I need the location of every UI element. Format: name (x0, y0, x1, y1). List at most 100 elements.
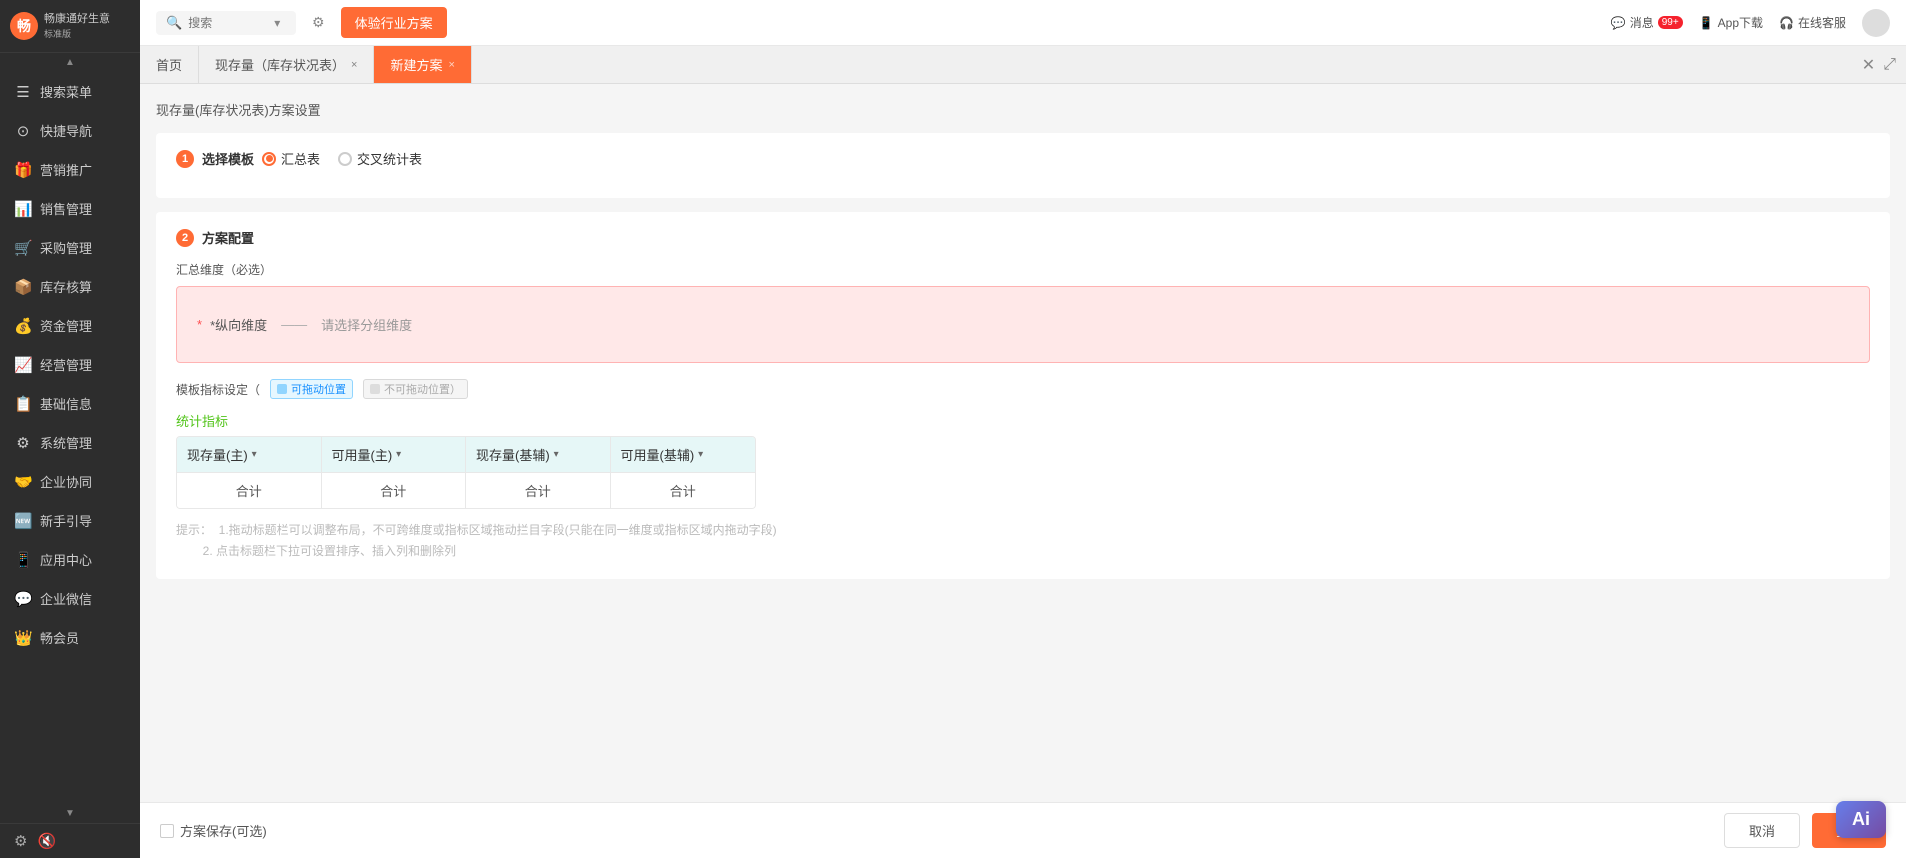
stats-table-header: 现存量(主) ▾ 可用量(主) ▾ 现存量(基辅) ▾ 可用量(基辅) ▾ (177, 437, 755, 472)
dimension-placeholder: 请选择分组维度 (321, 315, 412, 334)
save-check[interactable]: 方案保存(可选) (160, 821, 267, 840)
stats-col-4-header: 可用量(基辅) ▾ (611, 437, 756, 472)
quicknav-icon: ⊙ (14, 122, 32, 140)
radio-summary[interactable]: 汇总表 (262, 149, 320, 168)
msg-icon: 💬 (1611, 16, 1626, 30)
newuser-icon: 🆕 (14, 512, 32, 530)
member-icon: 👑 (14, 629, 32, 647)
sidebar-item-wecom[interactable]: 💬 企业微信 (0, 579, 140, 618)
msg-badge: 99+ (1658, 16, 1683, 29)
stats-col-3-header: 现存量(基辅) ▾ (466, 437, 611, 472)
search-input[interactable] (188, 16, 268, 30)
sidebar-item-appstore[interactable]: 📱 应用中心 (0, 540, 140, 579)
vertical-dimension-label: *纵向维度 (210, 315, 267, 334)
system-icon: ⚙ (14, 434, 32, 452)
radio-cross[interactable]: 交叉统计表 (338, 149, 422, 168)
topbar-app[interactable]: 📱 App下载 (1699, 14, 1763, 31)
col4-chevron-icon[interactable]: ▾ (698, 449, 703, 460)
non-draggable-badge: 不可拖动位置） (363, 379, 468, 399)
stats-col-3-agg: 合计 (466, 472, 611, 508)
sidebar-scroll-down[interactable]: ▼ (0, 804, 140, 823)
step1-header: 1 选择模板 汇总表 交叉统计表 (176, 149, 1870, 168)
tabs-bar: 首页 现存量（库存状况表） × 新建方案 × ✕ ⤢ (140, 46, 1906, 84)
save-checkbox[interactable] (160, 824, 174, 838)
tab-home[interactable]: 首页 (140, 46, 199, 83)
sidebar-scroll-up[interactable]: ▲ (0, 53, 140, 72)
sidebar-item-basic-info[interactable]: 📋 基础信息 (0, 384, 140, 423)
topbar-msg[interactable]: 💬 消息 99+ (1611, 14, 1683, 31)
logo-icon: 畅 (10, 12, 38, 40)
topbar-service[interactable]: 🎧 在线客服 (1779, 14, 1846, 31)
draggable-indicator (277, 384, 287, 394)
dimension-area[interactable]: * *纵向维度 —— 请选择分组维度 (176, 286, 1870, 363)
stats-col-4-agg: 合计 (611, 472, 756, 508)
sidebar-item-collab[interactable]: 🤝 企业协同 (0, 462, 140, 501)
topbar-gear-icon[interactable]: ⚙ (308, 10, 329, 35)
stats-label: 统计指标 (176, 411, 1870, 430)
tab-close-window-icon[interactable]: ✕ (1862, 55, 1875, 75)
sidebar-item-member[interactable]: 👑 畅会员 (0, 618, 140, 657)
step2-header: 2 方案配置 (176, 228, 1870, 247)
col1-chevron-icon[interactable]: ▾ (252, 449, 257, 460)
search-menu-icon: ☰ (14, 83, 32, 101)
tab-new-plan-close-icon[interactable]: × (448, 59, 454, 71)
collab-icon: 🤝 (14, 473, 32, 491)
tab-inventory-status[interactable]: 现存量（库存状况表） × (199, 46, 374, 83)
purchase-icon: 🛒 (14, 239, 32, 257)
inventory-icon: 📦 (14, 278, 32, 296)
topbar-right: 💬 消息 99+ 📱 App下载 🎧 在线客服 (1611, 9, 1890, 37)
topbar: 🔍 ▾ ⚙ 体验行业方案 💬 消息 99+ 📱 App下载 🎧 在线客服 (140, 0, 1906, 46)
stats-table-body: 合计 合计 合计 合计 (177, 472, 755, 508)
sidebar-item-marketing[interactable]: 🎁 营销推广 (0, 150, 140, 189)
template-radio-group: 汇总表 交叉统计表 (262, 149, 422, 168)
trial-btn[interactable]: 体验行业方案 (341, 7, 447, 38)
sidebar-item-newuser[interactable]: 🆕 新手引导 (0, 501, 140, 540)
summary-dimension-label: 汇总维度（必选） (176, 261, 1870, 278)
headset-icon: 🎧 (1779, 16, 1794, 30)
sidebar-item-sales[interactable]: 📊 销售管理 (0, 189, 140, 228)
tab-expand-icon[interactable]: ⤢ (1883, 56, 1896, 74)
sound-icon[interactable]: 🔇 (37, 832, 56, 850)
tips-section: 提示： 1.拖动标题栏可以调整布局，不可跨维度或指标区域拖动拦目字段(只能在同一… (176, 521, 1870, 559)
cancel-button[interactable]: 取消 (1724, 813, 1800, 848)
sales-icon: 📊 (14, 200, 32, 218)
user-avatar[interactable] (1862, 9, 1890, 37)
operations-icon: 📈 (14, 356, 32, 374)
tip-2: 2. 点击标题栏下拉可设置排序、插入列和删除列 (176, 542, 1870, 559)
stats-col-2-agg: 合计 (322, 472, 467, 508)
stats-col-1-agg: 合计 (177, 472, 322, 508)
settings-icon[interactable]: ⚙ (14, 832, 27, 850)
search-dropdown-icon[interactable]: ▾ (274, 16, 280, 30)
radio-cross-dot (338, 152, 352, 166)
sidebar-item-purchase[interactable]: 🛒 采购管理 (0, 228, 140, 267)
logo-text: 畅康通好生意 标准版 (44, 12, 110, 39)
sidebar-nav: ☰ 搜索菜单 ⊙ 快捷导航 🎁 营销推广 📊 销售管理 🛒 采购管理 📦 库存核… (0, 72, 140, 804)
sidebar-item-search[interactable]: ☰ 搜索菜单 (0, 72, 140, 111)
sidebar-logo: 畅 畅康通好生意 标准版 (0, 0, 140, 53)
indicator-settings: 模板指标设定（ 可拖动位置 不可拖动位置） (176, 379, 1870, 399)
marketing-icon: 🎁 (14, 161, 32, 179)
step2-badge: 2 (176, 229, 194, 247)
search-box[interactable]: 🔍 ▾ (156, 11, 296, 35)
search-icon: 🔍 (166, 15, 182, 31)
col2-chevron-icon[interactable]: ▾ (396, 449, 401, 460)
ai-fab-button[interactable]: Ai (1836, 801, 1886, 838)
sidebar-item-operations[interactable]: 📈 经营管理 (0, 345, 140, 384)
sidebar-bottom: ⚙ 🔇 (0, 823, 140, 858)
dimension-divider: —— (281, 317, 307, 332)
tab-inventory-close-icon[interactable]: × (351, 59, 357, 71)
sidebar-item-system[interactable]: ⚙ 系统管理 (0, 423, 140, 462)
sidebar-item-quicknav[interactable]: ⊙ 快捷导航 (0, 111, 140, 150)
sidebar-item-inventory[interactable]: 📦 库存核算 (0, 267, 140, 306)
sidebar-item-finance[interactable]: 💰 资金管理 (0, 306, 140, 345)
tabs-controls: ✕ ⤢ (1862, 55, 1906, 75)
step2-title: 方案配置 (202, 228, 254, 247)
phone-icon: 📱 (1699, 16, 1714, 30)
page-title: 现存量(库存状况表)方案设置 (156, 100, 1890, 119)
col3-chevron-icon[interactable]: ▾ (554, 449, 559, 460)
radio-summary-dot (262, 152, 276, 166)
tab-new-plan[interactable]: 新建方案 × (374, 46, 471, 83)
finance-icon: 💰 (14, 317, 32, 335)
stats-table: 现存量(主) ▾ 可用量(主) ▾ 现存量(基辅) ▾ 可用量(基辅) ▾ (176, 436, 756, 509)
step1-section: 1 选择模板 汇总表 交叉统计表 (156, 133, 1890, 198)
